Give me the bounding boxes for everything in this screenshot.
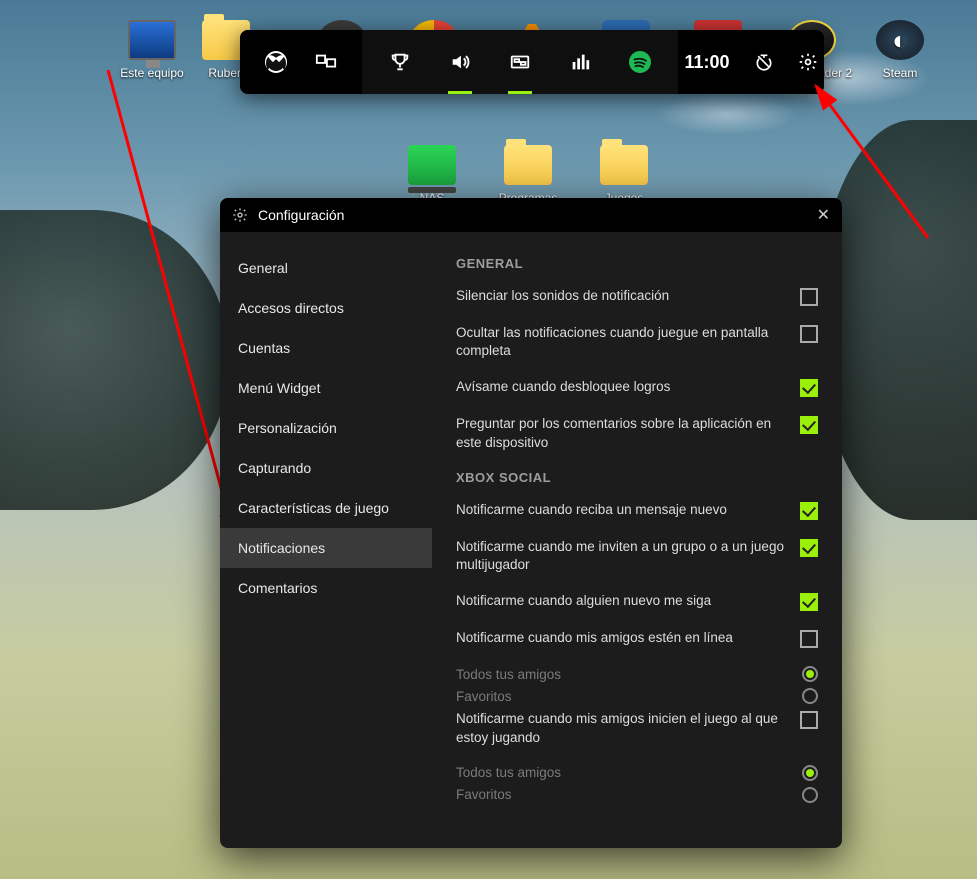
performance-icon[interactable] [568, 50, 592, 74]
setting-row: Silenciar los sonidos de notificación [456, 287, 818, 306]
checkbox[interactable] [800, 630, 818, 648]
setting-row: Notificarme cuando mis amigos estén en l… [456, 629, 818, 648]
sidebar-item-notificaciones[interactable]: Notificaciones [220, 528, 432, 568]
radio-label: Favoritos [456, 787, 788, 802]
checkbox[interactable] [800, 711, 818, 729]
radio-label: Todos tus amigos [456, 667, 788, 682]
checkbox[interactable] [800, 325, 818, 343]
desktop-icon-steam[interactable]: ◐Steam [858, 20, 942, 80]
setting-row: Avísame cuando desbloquee logros [456, 378, 818, 397]
radio[interactable] [802, 688, 818, 704]
settings-sidebar: GeneralAccesos directosCuentasMenú Widge… [220, 232, 432, 848]
panel-title: Configuración [258, 207, 344, 223]
section-title: XBOX SOCIAL [456, 470, 818, 485]
sidebar-item-cuentas[interactable]: Cuentas [220, 328, 432, 368]
setting-label: Preguntar por los comentarios sobre la a… [456, 415, 786, 451]
checkbox[interactable] [800, 502, 818, 520]
sidebar-item-accesos-directos[interactable]: Accesos directos [220, 288, 432, 328]
desktop-icon-programas[interactable]: Programas [486, 145, 570, 205]
radio-row: Todos tus amigos [456, 765, 818, 781]
timer-off-icon[interactable] [754, 50, 774, 74]
panel-header: Configuración ✕ [220, 198, 842, 232]
setting-row: Notificarme cuando reciba un mensaje nue… [456, 501, 818, 520]
section-title: GENERAL [456, 256, 818, 271]
spotify-icon[interactable] [628, 50, 652, 74]
setting-row: Notificarme cuando mis amigos inicien el… [456, 710, 818, 746]
desktop-icon-nas[interactable]: NAS [390, 145, 474, 205]
radio-label: Todos tus amigos [456, 765, 788, 780]
setting-label: Notificarme cuando me inviten a un grupo… [456, 538, 786, 574]
checkbox[interactable] [800, 288, 818, 306]
checkbox[interactable] [800, 379, 818, 397]
setting-label: Notificarme cuando mis amigos inicien el… [456, 710, 786, 746]
setting-row: Notificarme cuando alguien nuevo me siga [456, 592, 818, 611]
setting-label: Ocultar las notificaciones cuando juegue… [456, 324, 786, 360]
sidebar-item-comentarios[interactable]: Comentarios [220, 568, 432, 608]
sidebar-item-capturando[interactable]: Capturando [220, 448, 432, 488]
settings-panel: Configuración ✕ GeneralAccesos directosC… [220, 198, 842, 848]
capture-icon[interactable] [508, 50, 532, 74]
xbox-game-bar: 11:00 [240, 30, 824, 94]
gear-icon [232, 207, 248, 223]
xbox-icon[interactable] [264, 50, 288, 74]
radio-row: Favoritos [456, 787, 818, 803]
setting-row: Notificarme cuando me inviten a un grupo… [456, 538, 818, 574]
trophy-icon[interactable] [388, 50, 412, 74]
close-icon[interactable]: ✕ [817, 205, 830, 225]
sidebar-item-características-de-juego[interactable]: Características de juego [220, 488, 432, 528]
setting-label: Avísame cuando desbloquee logros [456, 378, 786, 396]
setting-label: Notificarme cuando alguien nuevo me siga [456, 592, 786, 610]
desktop-icon-este-equipo[interactable]: Este equipo [110, 20, 194, 80]
setting-label: Notificarme cuando mis amigos estén en l… [456, 629, 786, 647]
sidebar-item-personalización[interactable]: Personalización [220, 408, 432, 448]
desktop-icon-juegos[interactable]: Juegos [582, 145, 666, 205]
radio[interactable] [802, 787, 818, 803]
setting-label: Notificarme cuando reciba un mensaje nue… [456, 501, 786, 519]
settings-content: GENERAL Silenciar los sonidos de notifica… [432, 232, 842, 848]
widgets-icon[interactable] [314, 50, 338, 74]
sidebar-item-general[interactable]: General [220, 248, 432, 288]
setting-row: Preguntar por los comentarios sobre la a… [456, 415, 818, 451]
setting-label: Silenciar los sonidos de notificación [456, 287, 786, 305]
checkbox[interactable] [800, 416, 818, 434]
settings-icon[interactable] [798, 50, 818, 74]
radio-label: Favoritos [456, 689, 788, 704]
checkbox[interactable] [800, 593, 818, 611]
setting-row: Ocultar las notificaciones cuando juegue… [456, 324, 818, 360]
radio[interactable] [802, 666, 818, 682]
radio-row: Favoritos [456, 688, 818, 704]
desktop-icon-label: Este equipo [110, 66, 194, 80]
radio-row: Todos tus amigos [456, 666, 818, 682]
sidebar-item-menú-widget[interactable]: Menú Widget [220, 368, 432, 408]
checkbox[interactable] [800, 539, 818, 557]
desktop-icon-label: Steam [858, 66, 942, 80]
radio[interactable] [802, 765, 818, 781]
audio-icon[interactable] [448, 50, 472, 74]
gamebar-clock: 11:00 [684, 52, 729, 73]
